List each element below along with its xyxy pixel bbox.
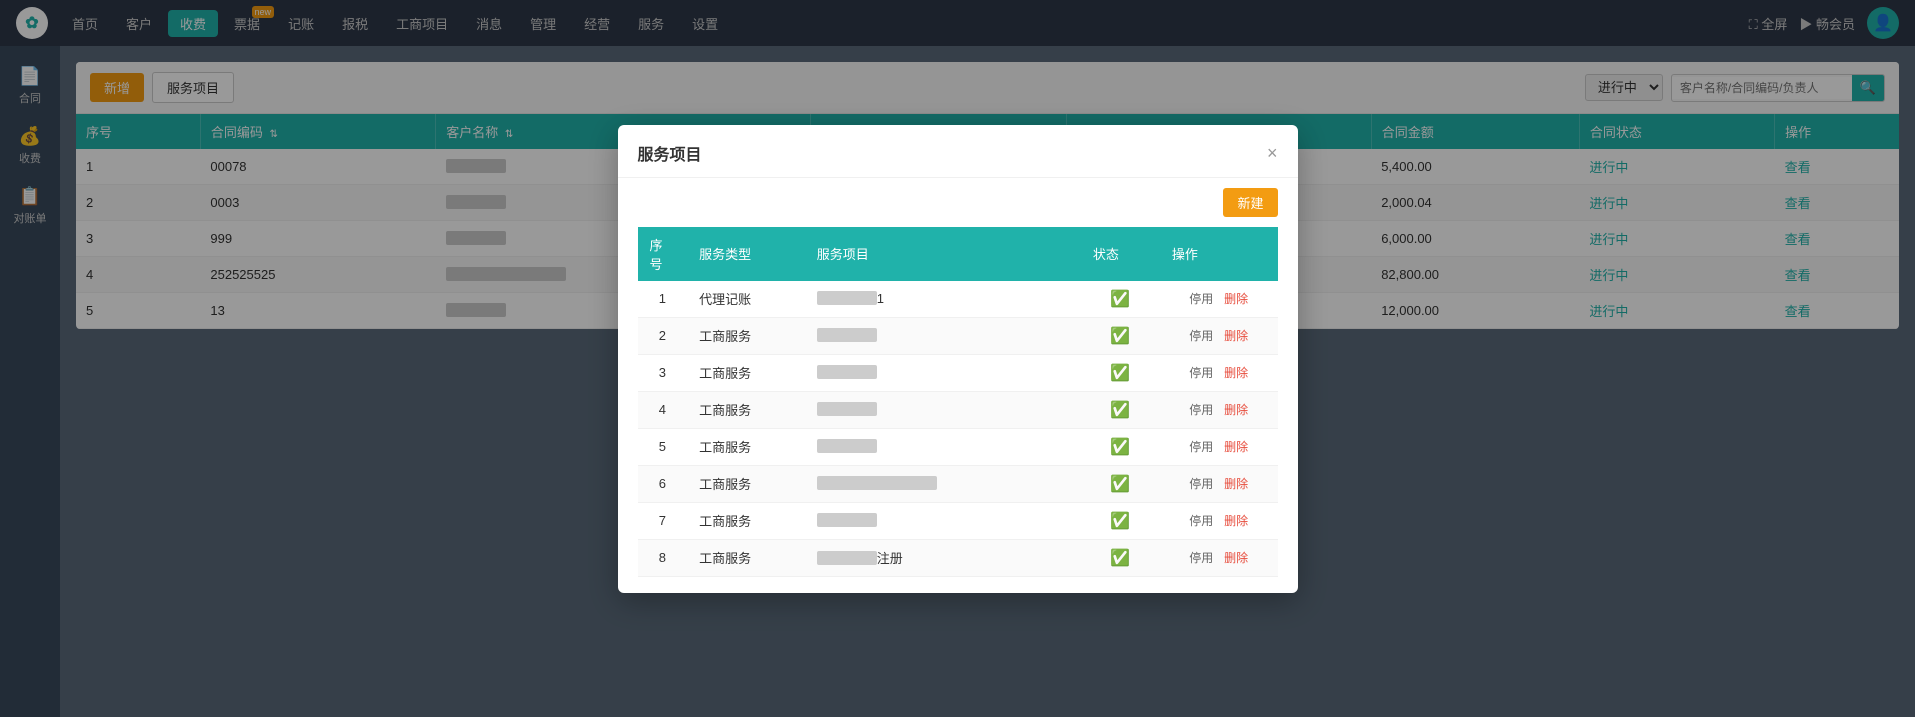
service-items-table: 序号 服务类型 服务项目 状态 操作 1 代理记账 1 ✅ 停 xyxy=(638,227,1278,577)
modal-cell-service xyxy=(805,502,1081,539)
modal-cell-service xyxy=(805,354,1081,391)
service-items-modal: 服务项目 × 新建 序号 服务类型 服务项目 状态 操作 xyxy=(618,125,1298,593)
stop-button[interactable]: 停用 xyxy=(1189,366,1213,380)
stop-button[interactable]: 停用 xyxy=(1189,440,1213,454)
modal-new-button[interactable]: 新建 xyxy=(1223,188,1277,217)
modal-cell-service xyxy=(805,428,1081,465)
modal-table-row: 2 工商服务 ✅ 停用 删除 xyxy=(638,317,1278,354)
modal-cell-status: ✅ xyxy=(1081,539,1160,576)
modal-cell-action: 停用 删除 xyxy=(1160,391,1278,428)
delete-button[interactable]: 删除 xyxy=(1224,440,1248,454)
modal-cell-action: 停用 删除 xyxy=(1160,428,1278,465)
modal-close-button[interactable]: × xyxy=(1267,144,1278,162)
modal-cell-service xyxy=(805,317,1081,354)
modal-cell-type: 工商服务 xyxy=(687,539,805,576)
modal-cell-seq: 5 xyxy=(638,428,688,465)
stop-button[interactable]: 停用 xyxy=(1189,403,1213,417)
modal-cell-type: 工商服务 xyxy=(687,428,805,465)
stop-button[interactable]: 停用 xyxy=(1189,477,1213,491)
modal-cell-seq: 3 xyxy=(638,354,688,391)
modal-table-header-row: 序号 服务类型 服务项目 状态 操作 xyxy=(638,227,1278,281)
modal-cell-type: 工商服务 xyxy=(687,354,805,391)
modal-cell-action: 停用 删除 xyxy=(1160,465,1278,502)
modal-cell-type: 代理记账 xyxy=(687,281,805,318)
modal-cell-type: 工商服务 xyxy=(687,391,805,428)
modal-col-seq: 序号 xyxy=(638,227,688,281)
modal-cell-status: ✅ xyxy=(1081,502,1160,539)
modal-cell-seq: 2 xyxy=(638,317,688,354)
modal-cell-seq: 7 xyxy=(638,502,688,539)
modal-table-row: 8 工商服务 注册 ✅ 停用 删除 xyxy=(638,539,1278,576)
modal-col-status: 状态 xyxy=(1081,227,1160,281)
modal-toolbar: 新建 xyxy=(618,178,1298,227)
modal-cell-seq: 4 xyxy=(638,391,688,428)
delete-button[interactable]: 删除 xyxy=(1224,551,1248,565)
modal-cell-status: ✅ xyxy=(1081,391,1160,428)
modal-table-row: 4 工商服务 ✅ 停用 删除 xyxy=(638,391,1278,428)
modal-cell-seq: 1 xyxy=(638,281,688,318)
modal-cell-type: 工商服务 xyxy=(687,465,805,502)
modal-cell-seq: 6 xyxy=(638,465,688,502)
modal-col-service: 服务项目 xyxy=(805,227,1081,281)
stop-button[interactable]: 停用 xyxy=(1189,292,1213,306)
delete-button[interactable]: 删除 xyxy=(1224,292,1248,306)
modal-cell-status: ✅ xyxy=(1081,317,1160,354)
modal-cell-service: 1 xyxy=(805,281,1081,318)
modal-body: 序号 服务类型 服务项目 状态 操作 1 代理记账 1 ✅ 停 xyxy=(618,227,1298,593)
modal-cell-status: ✅ xyxy=(1081,354,1160,391)
stop-button[interactable]: 停用 xyxy=(1189,329,1213,343)
modal-cell-type: 工商服务 xyxy=(687,502,805,539)
modal-table-row: 6 工商服务 ✅ 停用 删除 xyxy=(638,465,1278,502)
modal-title: 服务项目 xyxy=(638,141,702,165)
delete-button[interactable]: 删除 xyxy=(1224,366,1248,380)
modal-header: 服务项目 × xyxy=(618,125,1298,178)
modal-cell-status: ✅ xyxy=(1081,428,1160,465)
modal-cell-service: 注册 xyxy=(805,539,1081,576)
modal-cell-type: 工商服务 xyxy=(687,317,805,354)
modal-cell-status: ✅ xyxy=(1081,281,1160,318)
modal-cell-service xyxy=(805,465,1081,502)
modal-cell-action: 停用 删除 xyxy=(1160,502,1278,539)
modal-cell-action: 停用 删除 xyxy=(1160,354,1278,391)
modal-cell-seq: 8 xyxy=(638,539,688,576)
modal-cell-status: ✅ xyxy=(1081,465,1160,502)
modal-table-row: 7 工商服务 ✅ 停用 删除 xyxy=(638,502,1278,539)
delete-button[interactable]: 删除 xyxy=(1224,329,1248,343)
modal-col-type: 服务类型 xyxy=(687,227,805,281)
modal-table-row: 1 代理记账 1 ✅ 停用 删除 xyxy=(638,281,1278,318)
modal-cell-action: 停用 删除 xyxy=(1160,317,1278,354)
stop-button[interactable]: 停用 xyxy=(1189,514,1213,528)
delete-button[interactable]: 删除 xyxy=(1224,403,1248,417)
modal-col-action: 操作 xyxy=(1160,227,1278,281)
delete-button[interactable]: 删除 xyxy=(1224,514,1248,528)
modal-overlay: 服务项目 × 新建 序号 服务类型 服务项目 状态 操作 xyxy=(0,0,1915,717)
modal-table-row: 5 工商服务 ✅ 停用 删除 xyxy=(638,428,1278,465)
modal-table-row: 3 工商服务 ✅ 停用 删除 xyxy=(638,354,1278,391)
delete-button[interactable]: 删除 xyxy=(1224,477,1248,491)
modal-cell-action: 停用 删除 xyxy=(1160,281,1278,318)
modal-cell-service xyxy=(805,391,1081,428)
stop-button[interactable]: 停用 xyxy=(1189,551,1213,565)
modal-cell-action: 停用 删除 xyxy=(1160,539,1278,576)
